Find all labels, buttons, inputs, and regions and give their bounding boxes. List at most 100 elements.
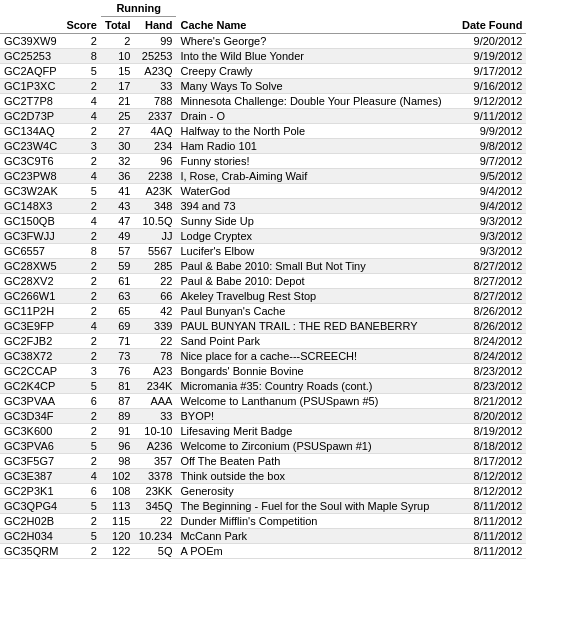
gc-code: GC2T7P8 <box>0 94 62 109</box>
total: 41 <box>101 184 134 199</box>
date-found: 9/5/2012 <box>456 169 526 184</box>
gc-code: GC3PVA6 <box>0 439 62 454</box>
total: 122 <box>101 544 134 559</box>
total: 71 <box>101 334 134 349</box>
col-header-date: Date Found <box>456 17 526 34</box>
hand: 3378 <box>134 469 176 484</box>
date-found: 9/3/2012 <box>456 214 526 229</box>
hand: 4AQ <box>134 124 176 139</box>
score: 6 <box>62 394 101 409</box>
table-row: GC28XW5259285Paul & Babe 2010: Small But… <box>0 259 573 274</box>
table-row: GC150QB44710.5QSunny Side Up9/3/2012 <box>0 214 573 229</box>
score: 2 <box>62 34 101 49</box>
table-row: GC3E9FP469339PAUL BUNYAN TRAIL : THE RED… <box>0 319 573 334</box>
date-found: 9/9/2012 <box>456 124 526 139</box>
score: 5 <box>62 529 101 544</box>
total: 65 <box>101 304 134 319</box>
hand: 234K <box>134 379 176 394</box>
table-row: GC2D73P4252337Drain - O9/11/2012 <box>0 109 573 124</box>
gc-code: GC23PW8 <box>0 169 62 184</box>
cache-name: Lifesaving Merit Badge <box>176 424 456 439</box>
hand: 22 <box>134 274 176 289</box>
hand-header-blank <box>176 0 456 17</box>
score: 8 <box>62 49 101 64</box>
score: 5 <box>62 64 101 79</box>
cache-name: Welcome to Lanthanum (PSUSpawn #5) <box>176 394 456 409</box>
header-row-1: Running <box>0 0 573 17</box>
hand: 66 <box>134 289 176 304</box>
score: 2 <box>62 349 101 364</box>
total: 21 <box>101 94 134 109</box>
cache-name: Bongards' Bonnie Bovine <box>176 364 456 379</box>
cache-name: Sunny Side Up <box>176 214 456 229</box>
score: 2 <box>62 229 101 244</box>
hand: A23K <box>134 184 176 199</box>
total: 10 <box>101 49 134 64</box>
cache-name: Off The Beaten Path <box>176 454 456 469</box>
hand: 33 <box>134 409 176 424</box>
date-header-blank <box>526 0 573 17</box>
table-body: GC39XW92299Where's George?9/20/2012GC252… <box>0 34 573 559</box>
table-row: GC3FWJJ249JJLodge Cryptex9/3/2012 <box>0 229 573 244</box>
hand: 23KK <box>134 484 176 499</box>
col-header-cache: Cache Name <box>176 17 456 34</box>
score: 3 <box>62 364 101 379</box>
table-row: GC2AQFP515A23QCreepy Crawly9/17/2012 <box>0 64 573 79</box>
cache-name: WaterGod <box>176 184 456 199</box>
gc-code: GC1P3XC <box>0 79 62 94</box>
gc-code: GC3C9T6 <box>0 154 62 169</box>
cache-name: Micromania #35: Country Roads (cont.) <box>176 379 456 394</box>
date-found: 8/12/2012 <box>456 484 526 499</box>
table-row: GC266W126366Akeley Travelbug Rest Stop8/… <box>0 289 573 304</box>
cache-name: Nice place for a cache---SCREECH! <box>176 349 456 364</box>
header-row-2: Score Total Hand Cache Name Date Found <box>0 17 573 34</box>
date-found: 8/27/2012 <box>456 259 526 274</box>
date-found: 8/24/2012 <box>456 334 526 349</box>
gc-code: GC3F5G7 <box>0 454 62 469</box>
total: 89 <box>101 409 134 424</box>
gc-code: GC2H034 <box>0 529 62 544</box>
table-row: GC11P2H26542Paul Bunyan's Cache8/26/2012 <box>0 304 573 319</box>
cache-name: Where's George? <box>176 34 456 49</box>
cache-name: Paul & Babe 2010: Depot <box>176 274 456 289</box>
date-found: 8/26/2012 <box>456 319 526 334</box>
date-found: 8/11/2012 <box>456 544 526 559</box>
hand: 2337 <box>134 109 176 124</box>
score: 2 <box>62 124 101 139</box>
cache-name: I, Rose, Crab-Aiming Waif <box>176 169 456 184</box>
hand: 285 <box>134 259 176 274</box>
col-header-hand: Hand <box>134 17 176 34</box>
gc-code: GC39XW9 <box>0 34 62 49</box>
date-found: 8/20/2012 <box>456 409 526 424</box>
date-found: 9/4/2012 <box>456 184 526 199</box>
total: 91 <box>101 424 134 439</box>
score: 2 <box>62 289 101 304</box>
total: 36 <box>101 169 134 184</box>
total: 96 <box>101 439 134 454</box>
gc-code: GC28XW5 <box>0 259 62 274</box>
cache-name: PAUL BUNYAN TRAIL : THE RED BANEBERRY <box>176 319 456 334</box>
gc-code: GC266W1 <box>0 289 62 304</box>
total: 102 <box>101 469 134 484</box>
cache-name: BYOP! <box>176 409 456 424</box>
hand: 2238 <box>134 169 176 184</box>
total: 47 <box>101 214 134 229</box>
table-row: GC39XW92299Where's George?9/20/2012 <box>0 34 573 49</box>
total: 98 <box>101 454 134 469</box>
col-header-score: Score <box>62 17 101 34</box>
date-found: 9/12/2012 <box>456 94 526 109</box>
cache-name: 394 and 73 <box>176 199 456 214</box>
score: 4 <box>62 319 101 334</box>
total: 49 <box>101 229 134 244</box>
total: 59 <box>101 259 134 274</box>
score: 8 <box>62 244 101 259</box>
date-found: 9/7/2012 <box>456 154 526 169</box>
table-row: GC3PVAA687AAAWelcome to Lanthanum (PSUSp… <box>0 394 573 409</box>
score: 2 <box>62 334 101 349</box>
gc-code: GC2FJB2 <box>0 334 62 349</box>
total: 43 <box>101 199 134 214</box>
cache-name: Funny stories! <box>176 154 456 169</box>
total: 69 <box>101 319 134 334</box>
table-row: GC65578575567Lucifer's Elbow9/3/2012 <box>0 244 573 259</box>
gc-code: GC3QPG4 <box>0 499 62 514</box>
